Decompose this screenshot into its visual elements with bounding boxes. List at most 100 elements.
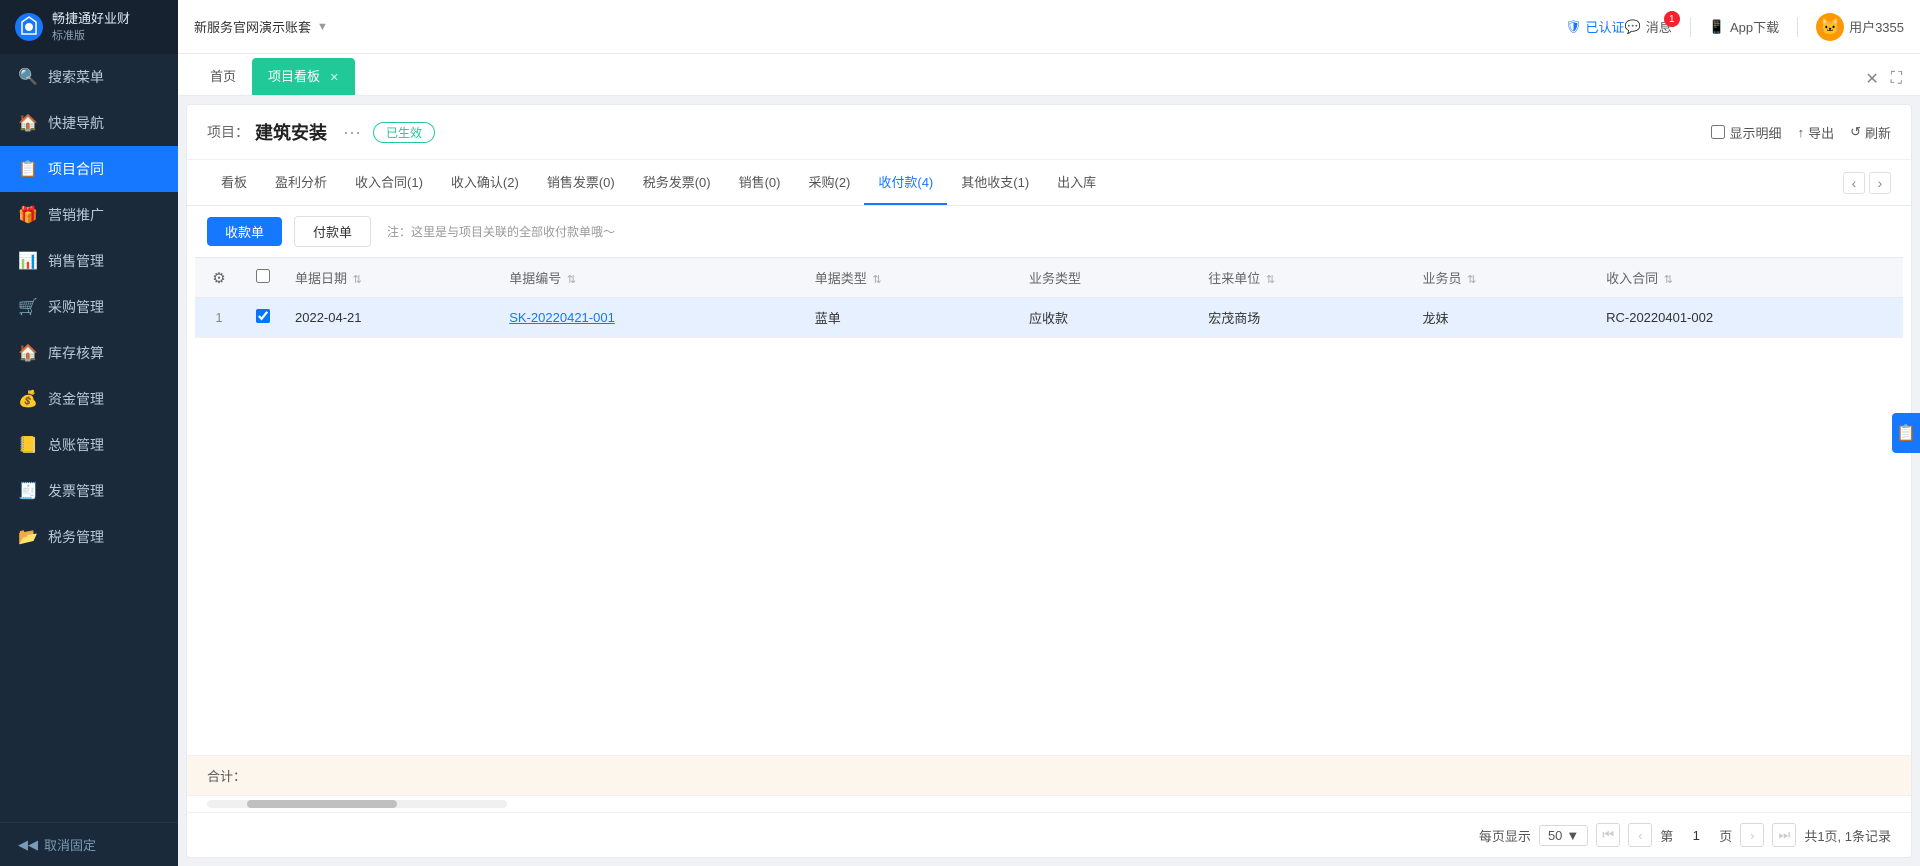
sidebar-item-invoice[interactable]: 🧾 发票管理 — [0, 468, 178, 514]
total-label: 合计： — [207, 769, 246, 784]
page-number-input[interactable] — [1681, 828, 1711, 843]
topbar: 新服务官网演示账套 ▼ 🛡 已认证 💬 消息 1 📱 App下载 🐱 用户335… — [178, 0, 1920, 54]
right-float-icon: 📋 — [1896, 423, 1916, 443]
subtab-next-button[interactable]: › — [1869, 172, 1891, 194]
sidebar-item-tax[interactable]: 📂 税务管理 — [0, 514, 178, 560]
account-selector[interactable]: 新服务官网演示账套 ▼ — [194, 17, 1541, 36]
app-logo-icon — [14, 12, 44, 42]
close-window-button[interactable]: ✕ — [1863, 67, 1880, 91]
ledger-icon: 📒 — [18, 435, 38, 455]
subtab-purchase[interactable]: 采购(2) — [794, 160, 864, 205]
sort-contract-icon[interactable]: ⇅ — [1664, 274, 1673, 286]
sidebar-item-search[interactable]: 🔍 搜索菜单 — [0, 54, 178, 100]
subtab-collection[interactable]: 收付款(4) — [864, 160, 947, 205]
sidebar-logo: 畅捷通好业财 标准版 — [0, 0, 178, 54]
subtab-nav: ‹ › — [1843, 172, 1891, 194]
sidebar-item-label: 营销推广 — [48, 205, 104, 225]
subtab-income-contract[interactable]: 收入合同(1) — [341, 160, 437, 205]
project-name: 建筑安装 — [255, 119, 327, 145]
horizontal-scrollbar[interactable] — [207, 800, 507, 808]
settings-icon[interactable]: ⚙ — [212, 270, 225, 287]
project-icon: 📋 — [18, 159, 38, 179]
sidebar-item-label: 总账管理 — [48, 435, 104, 455]
sidebar-item-finance[interactable]: 💰 资金管理 — [0, 376, 178, 422]
row-income-contract: RC-20220401-002 — [1594, 298, 1903, 338]
tab-home[interactable]: 首页 — [194, 58, 252, 95]
tab-project-board[interactable]: 项目看板 ✕ — [252, 58, 355, 95]
row-partner: 宏茂商场 — [1196, 298, 1410, 338]
subtab-sales-invoice[interactable]: 销售发票(0) — [533, 160, 629, 205]
tab-close-icon[interactable]: ✕ — [330, 72, 339, 84]
total-records: 共1页, 1条记录 — [1804, 826, 1891, 845]
tabbar-actions: ✕ ⛶ — [1863, 67, 1904, 95]
sidebar-item-sales[interactable]: 📊 销售管理 — [0, 238, 178, 284]
subtab-income-confirm[interactable]: 收入确认(2) — [437, 160, 533, 205]
scrollbar-thumb[interactable] — [247, 800, 397, 808]
refresh-button[interactable]: ↺ 刷新 — [1850, 123, 1891, 142]
show-detail-input[interactable] — [1711, 125, 1725, 139]
sidebar-item-quick-nav[interactable]: 🏠 快捷导航 — [0, 100, 178, 146]
sort-partner-icon[interactable]: ⇅ — [1266, 274, 1275, 286]
page-end-label: 页 — [1719, 826, 1732, 845]
refresh-icon: ↺ — [1850, 124, 1861, 140]
user-profile-button[interactable]: 🐱 用户3355 — [1816, 13, 1904, 41]
right-float-button[interactable]: 📋 — [1892, 413, 1920, 453]
next-page-button[interactable]: › — [1740, 823, 1764, 847]
subtab-kanban[interactable]: 看板 — [207, 160, 261, 205]
subtab-prev-button[interactable]: ‹ — [1843, 172, 1865, 194]
sidebar-item-label: 税务管理 — [48, 527, 104, 547]
per-page-select[interactable]: 50 ▼ — [1539, 825, 1588, 846]
subtab-profit[interactable]: 盈利分析 — [261, 160, 341, 205]
col-biz-type: 业务类型 — [1017, 258, 1196, 298]
page-label: 第 — [1660, 826, 1673, 845]
row-no-link[interactable]: SK-20220421-001 — [509, 310, 615, 325]
export-button[interactable]: ↑ 导出 — [1798, 123, 1835, 142]
project-actions: 显示明细 ↑ 导出 ↺ 刷新 — [1711, 123, 1891, 142]
subtab-inout-warehouse[interactable]: 出入库 — [1043, 160, 1110, 205]
sort-doctype-icon[interactable]: ⇅ — [872, 274, 881, 286]
receipt-tab-button[interactable]: 收款单 — [207, 217, 282, 246]
prev-page-button[interactable]: ‹ — [1628, 823, 1652, 847]
col-doc-type: 单据类型 ⇅ — [803, 258, 1017, 298]
sort-date-icon[interactable]: ⇅ — [353, 274, 362, 286]
app-edition: 标准版 — [52, 27, 130, 43]
show-detail-checkbox[interactable]: 显示明细 — [1711, 123, 1782, 142]
row-num: 1 — [195, 298, 243, 338]
sidebar-item-marketing[interactable]: 🎁 营销推广 — [0, 192, 178, 238]
sidebar-item-label: 采购管理 — [48, 297, 104, 317]
col-salesperson: 业务员 ⇅ — [1411, 258, 1595, 298]
sidebar-item-general-ledger[interactable]: 📒 总账管理 — [0, 422, 178, 468]
main-area: 新服务官网演示账套 ▼ 🛡 已认证 💬 消息 1 📱 App下载 🐱 用户335… — [178, 0, 1920, 866]
row-select-checkbox[interactable] — [256, 309, 270, 323]
sidebar-item-label: 资金管理 — [48, 389, 104, 409]
sidebar-item-project-contract[interactable]: 📋 项目合同 — [0, 146, 178, 192]
total-bar: 合计： — [187, 755, 1911, 795]
sales-icon: 📊 — [18, 251, 38, 271]
subtab-sales[interactable]: 销售(0) — [725, 160, 795, 205]
subtab-tax-invoice[interactable]: 税务发票(0) — [629, 160, 725, 205]
message-button[interactable]: 💬 消息 1 — [1625, 17, 1672, 36]
table-wrapper: ⚙ 单据日期 ⇅ 单据编号 ⇅ — [187, 257, 1911, 755]
sidebar-item-purchase[interactable]: 🛒 采购管理 — [0, 284, 178, 330]
row-salesperson: 龙妹 — [1411, 298, 1595, 338]
data-table: ⚙ 单据日期 ⇅ 单据编号 ⇅ — [195, 257, 1903, 338]
app-download-button[interactable]: 📱 App下载 — [1709, 17, 1779, 36]
select-all-checkbox[interactable] — [256, 269, 270, 283]
collection-note: 注：这里是与项目关联的全部收付款单哦～ — [387, 223, 615, 240]
sidebar-item-inventory[interactable]: 🏠 库存核算 — [0, 330, 178, 376]
subtab-other-expense[interactable]: 其他收支(1) — [947, 160, 1043, 205]
last-page-button[interactable]: ⏭ — [1772, 823, 1796, 847]
certified-badge: 🛡 已认证 — [1565, 17, 1625, 36]
inventory-icon: 🏠 — [18, 343, 38, 363]
first-page-button[interactable]: ⏮ — [1596, 823, 1620, 847]
account-name: 新服务官网演示账套 — [194, 17, 311, 36]
tax-icon: 📂 — [18, 527, 38, 547]
more-options-button[interactable]: ··· — [343, 122, 361, 143]
payment-tab-button[interactable]: 付款单 — [294, 216, 371, 247]
col-gear: ⚙ — [195, 258, 243, 298]
sort-salesperson-icon[interactable]: ⇅ — [1467, 274, 1476, 286]
maximize-window-button[interactable]: ⛶ — [1889, 68, 1904, 90]
sort-no-icon[interactable]: ⇅ — [567, 274, 576, 286]
unpin-button[interactable]: ◀◀ 取消固定 — [0, 822, 178, 866]
col-checkbox — [243, 258, 283, 298]
